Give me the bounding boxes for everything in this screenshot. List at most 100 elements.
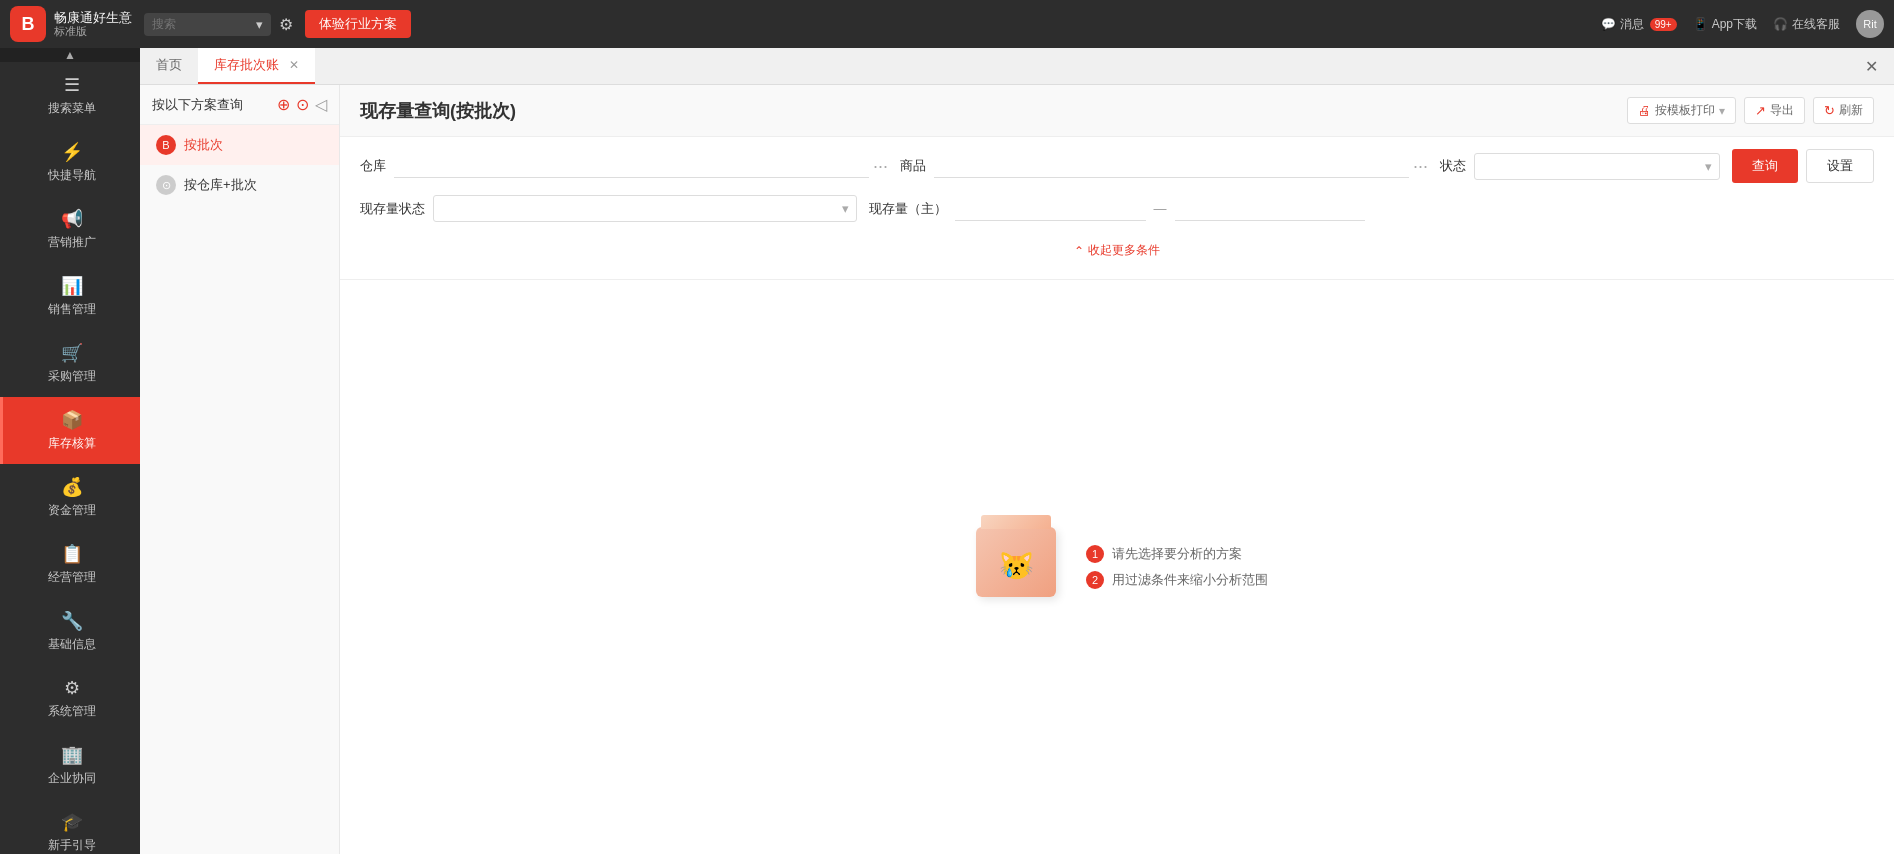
phone-icon: 📱 <box>1693 17 1708 31</box>
warehouse-input[interactable] <box>394 154 869 178</box>
sidebar-items: ☰ 搜索菜单 ⚡ 快捷导航 📢 营销推广 📊 销售管理 🛒 采购管理 📦 库 <box>0 62 140 854</box>
qty-dash: — <box>1154 201 1167 216</box>
inventory-qty-max-input[interactable] <box>1175 197 1366 221</box>
sales-icon: 📊 <box>61 275 83 297</box>
hint-num-1: 1 <box>1086 545 1104 563</box>
collapse-icon: ⌃ <box>1074 244 1084 258</box>
empty-box-graphic <box>976 527 1056 597</box>
purchase-icon: 🛒 <box>61 342 83 364</box>
sidebar-item-quick[interactable]: ⚡ 快捷导航 <box>0 129 140 196</box>
print-icon: 🖨 <box>1638 103 1651 118</box>
tab-close-main-icon[interactable]: ✕ <box>1849 49 1894 84</box>
print-button[interactable]: 🖨 按模板打印 ▾ <box>1627 97 1736 124</box>
content-area: 首页 库存批次账 ✕ ✕ 按以下方案查询 ⊕ ⊙ ◁ <box>140 48 1894 854</box>
export-button[interactable]: ↗ 导出 <box>1744 97 1805 124</box>
search-menu-icon: ☰ <box>64 74 80 96</box>
batch-plan-icon: B <box>156 135 176 155</box>
operations-icon: 📋 <box>61 543 83 565</box>
filter-area: 仓库 ··· 商品 ··· 状态 <box>340 137 1894 280</box>
refresh-icon: ↻ <box>1824 103 1835 118</box>
product-more-icon[interactable]: ··· <box>1413 156 1428 177</box>
sidebar: ▲ ☰ 搜索菜单 ⚡ 快捷导航 📢 营销推广 📊 销售管理 🛒 采购管理 <box>0 48 140 854</box>
sidebar-item-operations[interactable]: 📋 经营管理 <box>0 531 140 598</box>
right-panel: 现存量查询(按批次) 🖨 按模板打印 ▾ ↗ 导出 ↻ <box>340 85 1894 854</box>
empty-hint-1: 1 请先选择要分析的方案 <box>1086 545 1268 563</box>
main-layout: ▲ ☰ 搜索菜单 ⚡ 快捷导航 📢 营销推广 📊 销售管理 🛒 采购管理 <box>0 48 1894 854</box>
filter-warehouse: 仓库 ··· <box>360 154 888 178</box>
filter-status: 状态 ▾ <box>1440 153 1720 180</box>
empty-icon <box>966 517 1066 617</box>
inventory-qty-label: 现存量（主） <box>869 200 947 218</box>
user-avatar-area[interactable]: Rit <box>1856 10 1884 38</box>
marketing-icon: 📢 <box>61 208 83 230</box>
collapse-bar[interactable]: ⌃ 收起更多条件 <box>360 234 1874 267</box>
left-panel: 按以下方案查询 ⊕ ⊙ ◁ B 按批次 ⊙ 按仓库+批次 <box>140 85 340 854</box>
left-panel-header: 按以下方案查询 ⊕ ⊙ ◁ <box>140 85 339 125</box>
hint-num-2: 2 <box>1086 571 1104 589</box>
sidebar-item-enterprise[interactable]: 🏢 企业协同 <box>0 732 140 799</box>
collapse-label: 收起更多条件 <box>1088 242 1160 259</box>
sidebar-item-sales[interactable]: 📊 销售管理 <box>0 263 140 330</box>
sidebar-scroll-up[interactable]: ▲ <box>0 48 140 62</box>
messages-button[interactable]: 💬 消息 99+ <box>1601 16 1677 33</box>
headset-icon: 🎧 <box>1773 17 1788 31</box>
action-buttons: 查询 设置 <box>1732 149 1874 183</box>
tab-inventory-batch[interactable]: 库存批次账 ✕ <box>198 48 315 84</box>
sidebar-item-purchase[interactable]: 🛒 采购管理 <box>0 330 140 397</box>
empty-state: 1 请先选择要分析的方案 2 用过滤条件来缩小分析范围 <box>966 517 1268 617</box>
message-icon: 💬 <box>1601 17 1616 31</box>
add-plan-icon[interactable]: ⊕ <box>277 95 290 114</box>
inventory-status-select-wrapper: ▾ <box>433 195 857 222</box>
manage-plan-icon[interactable]: ⊙ <box>296 95 309 114</box>
inventory-qty-min-input[interactable] <box>955 197 1146 221</box>
sidebar-item-finance[interactable]: 💰 资金管理 <box>0 464 140 531</box>
query-button[interactable]: 查询 <box>1732 149 1798 183</box>
empty-hints: 1 请先选择要分析的方案 2 用过滤条件来缩小分析范围 <box>1086 545 1268 589</box>
status-select[interactable] <box>1474 153 1720 180</box>
search-input[interactable] <box>152 17 252 31</box>
quick-nav-icon: ⚡ <box>61 141 83 163</box>
top-nav-right: 💬 消息 99+ 📱 App下载 🎧 在线客服 Rit <box>1601 10 1884 38</box>
settings-icon[interactable]: ⚙ <box>279 15 293 34</box>
inventory-icon: 📦 <box>61 409 83 431</box>
search-dropdown-icon[interactable]: ▾ <box>256 17 263 32</box>
page-header-actions: 🖨 按模板打印 ▾ ↗ 导出 ↻ 刷新 <box>1627 97 1874 124</box>
page-content: 按以下方案查询 ⊕ ⊙ ◁ B 按批次 ⊙ 按仓库+批次 <box>140 85 1894 854</box>
sidebar-item-marketing[interactable]: 📢 营销推广 <box>0 196 140 263</box>
sidebar-item-basic[interactable]: 🔧 基础信息 <box>0 598 140 665</box>
inventory-status-select[interactable] <box>433 195 857 222</box>
warehouse-label: 仓库 <box>360 157 386 175</box>
top-nav: B 畅康通好生意 标准版 ▾ ⚙ 体验行业方案 💬 消息 99+ 📱 App下载… <box>0 0 1894 48</box>
warehouse-batch-plan-icon: ⊙ <box>156 175 176 195</box>
tab-home[interactable]: 首页 <box>140 48 198 84</box>
sidebar-item-inventory[interactable]: 📦 库存核算 <box>0 397 140 464</box>
page-header: 现存量查询(按批次) 🖨 按模板打印 ▾ ↗ 导出 ↻ <box>340 85 1894 137</box>
sidebar-item-system[interactable]: ⚙ 系统管理 <box>0 665 140 732</box>
tab-close-icon[interactable]: ✕ <box>289 58 299 72</box>
avatar: Rit <box>1856 10 1884 38</box>
collapse-panel-icon[interactable]: ◁ <box>315 95 327 114</box>
finance-icon: 💰 <box>61 476 83 498</box>
filter-row-2: 现存量状态 ▾ 现存量（主） — <box>360 195 1874 222</box>
settings-button[interactable]: 设置 <box>1806 149 1874 183</box>
sidebar-item-search[interactable]: ☰ 搜索菜单 <box>0 62 140 129</box>
app-download-button[interactable]: 📱 App下载 <box>1693 16 1757 33</box>
empty-hint-2: 2 用过滤条件来缩小分析范围 <box>1086 571 1268 589</box>
system-icon: ⚙ <box>64 677 80 699</box>
plan-item-warehouse-batch[interactable]: ⊙ 按仓库+批次 <box>140 165 339 205</box>
online-service-button[interactable]: 🎧 在线客服 <box>1773 16 1840 33</box>
trial-button[interactable]: 体验行业方案 <box>305 10 411 38</box>
sidebar-item-guide[interactable]: 🎓 新手引导 <box>0 799 140 854</box>
search-bar[interactable]: ▾ <box>144 13 271 36</box>
app-logo: B <box>10 6 46 42</box>
refresh-button[interactable]: ↻ 刷新 <box>1813 97 1874 124</box>
enterprise-icon: 🏢 <box>61 744 83 766</box>
page-title: 现存量查询(按批次) <box>360 99 516 123</box>
product-label: 商品 <box>900 157 926 175</box>
product-input[interactable] <box>934 154 1409 178</box>
plan-item-batch[interactable]: B 按批次 <box>140 125 339 165</box>
print-dropdown-icon[interactable]: ▾ <box>1719 104 1725 118</box>
warehouse-more-icon[interactable]: ··· <box>873 156 888 177</box>
filter-inventory-status: 现存量状态 ▾ <box>360 195 857 222</box>
main-body: 1 请先选择要分析的方案 2 用过滤条件来缩小分析范围 <box>340 280 1894 854</box>
